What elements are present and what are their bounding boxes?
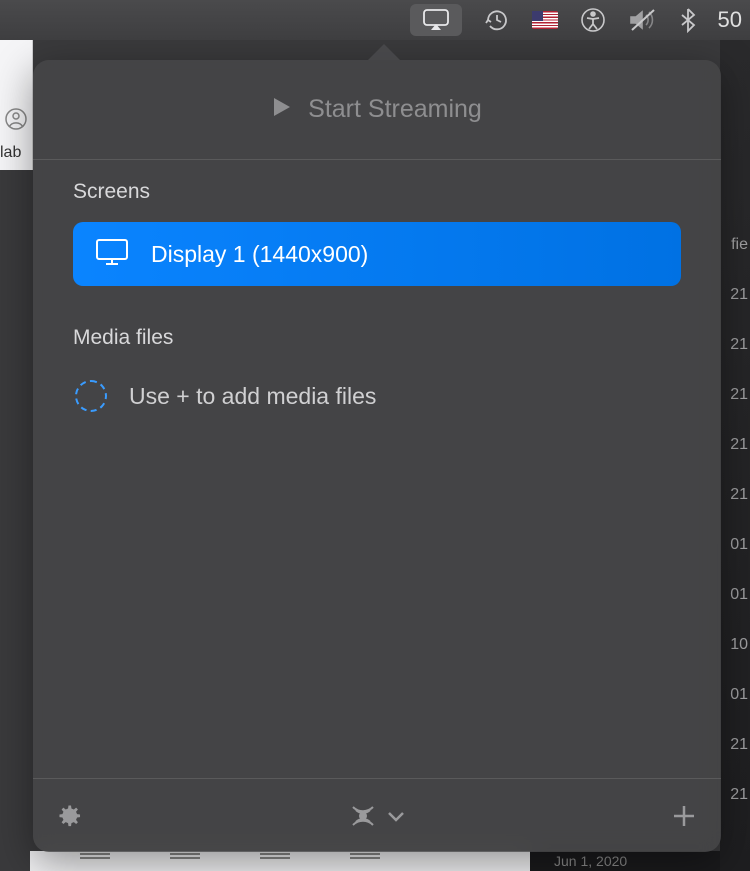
media-placeholder: Use + to add media files [73,368,681,424]
profile-icon [5,108,27,135]
bg-row: 21 [720,370,750,420]
display-item-label: Display 1 (1440x900) [151,241,368,268]
menubar-timemachine-icon[interactable] [484,0,510,40]
popover-arrow [368,44,400,60]
monitor-icon [95,237,129,272]
bg-row: 21 [720,270,750,320]
bg-row: 21 [720,420,750,470]
start-streaming-button[interactable]: Start Streaming [33,60,721,160]
screens-section-label: Screens [73,180,681,204]
menu-bar: 50 [0,0,750,40]
bg-row: 21 [720,720,750,770]
menubar-input-flag-icon[interactable] [532,0,558,40]
menubar-accessibility-icon[interactable] [580,0,606,40]
chevron-down-icon[interactable] [387,810,405,822]
menubar-volume-muted-icon[interactable] [628,0,658,40]
display-item[interactable]: Display 1 (1440x900) [73,222,681,286]
settings-button[interactable] [57,803,83,829]
start-streaming-label: Start Streaming [308,95,482,124]
background-bottom-right: Jun 1, 2020 [530,851,720,871]
bg-row: 01 [720,670,750,720]
streaming-popover: Start Streaming Screens Display 1 (1440x… [33,60,721,852]
background-window-right: fie 21 21 21 21 21 01 01 10 01 21 21 [720,40,750,871]
bg-row: 01 [720,520,750,570]
popover-footer [33,778,721,852]
bg-row: 01 [720,570,750,620]
bg-row: fie [720,220,750,270]
cast-target-button[interactable] [349,802,377,830]
play-icon [272,96,292,123]
menubar-airplay-icon[interactable] [410,4,462,36]
bg-row: 21 [720,320,750,370]
add-media-button[interactable] [671,803,697,829]
media-placeholder-text: Use + to add media files [129,383,376,410]
column-handle-icon [260,853,290,859]
background-label-fragment: lab [0,144,30,162]
column-handle-icon [170,853,200,859]
dashed-circle-icon [75,380,107,412]
background-bottom-left [30,851,530,871]
bg-row: 21 [720,770,750,820]
menubar-bluetooth-icon[interactable] [680,0,696,40]
menubar-clock-fragment: 50 [718,0,742,40]
popover-body: Screens Display 1 (1440x900) Media files… [33,160,721,778]
column-handle-icon [80,853,110,859]
media-section-label: Media files [73,326,681,350]
background-window-left: lab [0,40,33,170]
column-handle-icon [350,853,380,859]
bg-row: 10 [720,620,750,670]
bg-row: 21 [720,470,750,520]
